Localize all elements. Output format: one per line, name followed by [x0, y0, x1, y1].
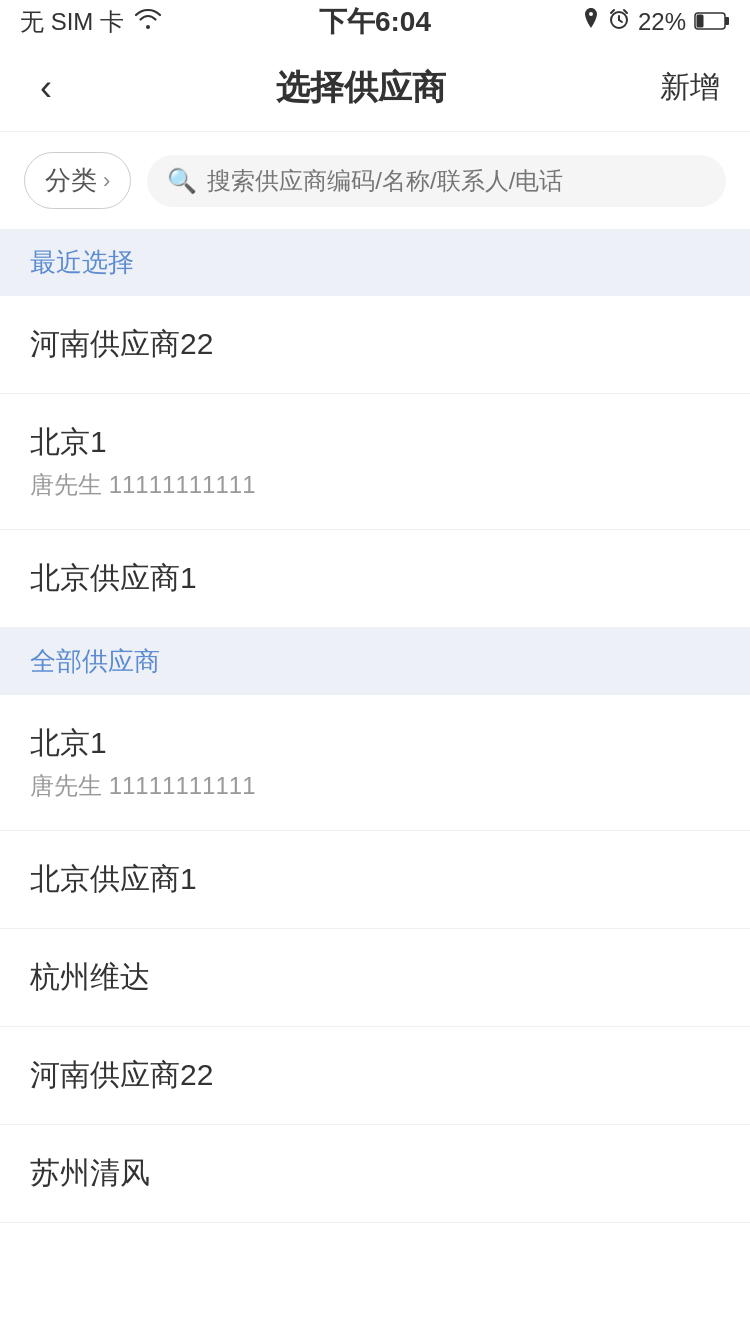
- status-left: 无 SIM 卡: [20, 6, 162, 38]
- recent-item-1-name: 北京1: [30, 422, 720, 463]
- search-box[interactable]: 🔍: [147, 155, 726, 207]
- wifi-icon: [134, 8, 162, 36]
- all-item-1-name: 北京供应商1: [30, 859, 720, 900]
- search-icon: 🔍: [167, 167, 197, 195]
- category-label: 分类: [45, 163, 97, 198]
- alarm-icon: [608, 8, 630, 36]
- svg-rect-5: [697, 15, 704, 28]
- all-section-header: 全部供应商: [0, 628, 750, 695]
- status-time: 下午6:04: [319, 3, 431, 41]
- search-input[interactable]: [207, 167, 706, 195]
- recent-item-2[interactable]: 北京供应商1: [0, 530, 750, 628]
- recent-item-2-name: 北京供应商1: [30, 558, 720, 599]
- all-item-4[interactable]: 苏州清风: [0, 1125, 750, 1223]
- filter-row: 分类 › 🔍: [0, 132, 750, 229]
- all-item-0[interactable]: 北京1 唐先生 11111111111: [0, 695, 750, 831]
- battery-icon: [694, 8, 730, 36]
- recent-item-1[interactable]: 北京1 唐先生 11111111111: [0, 394, 750, 530]
- all-item-2-name: 杭州维达: [30, 957, 720, 998]
- all-item-2[interactable]: 杭州维达: [0, 929, 750, 1027]
- sim-label: 无 SIM 卡: [20, 6, 124, 38]
- status-right: 22%: [582, 8, 730, 36]
- all-item-0-name: 北京1: [30, 723, 720, 764]
- all-items-list: 北京1 唐先生 11111111111 北京供应商1 杭州维达 河南供应商22 …: [0, 695, 750, 1223]
- all-item-1[interactable]: 北京供应商1: [0, 831, 750, 929]
- add-button[interactable]: 新增: [660, 67, 720, 108]
- recent-item-1-sub: 唐先生 11111111111: [30, 469, 720, 501]
- recent-items-list: 河南供应商22 北京1 唐先生 11111111111 北京供应商1: [0, 296, 750, 628]
- page-title: 选择供应商: [276, 65, 446, 111]
- nav-bar: ‹ 选择供应商 新增: [0, 44, 750, 132]
- all-item-4-name: 苏州清风: [30, 1153, 720, 1194]
- svg-rect-4: [725, 17, 729, 25]
- all-item-3[interactable]: 河南供应商22: [0, 1027, 750, 1125]
- recent-item-0[interactable]: 河南供应商22: [0, 296, 750, 394]
- status-bar: 无 SIM 卡 下午6:04 22%: [0, 0, 750, 44]
- location-icon: [582, 8, 600, 36]
- back-button[interactable]: ‹: [30, 57, 62, 119]
- recent-section-label: 最近选择: [30, 247, 134, 277]
- recent-item-0-name: 河南供应商22: [30, 324, 720, 365]
- svg-line-2: [619, 20, 622, 22]
- recent-section-header: 最近选择: [0, 229, 750, 296]
- all-item-0-sub: 唐先生 11111111111: [30, 770, 720, 802]
- all-section-label: 全部供应商: [30, 646, 160, 676]
- all-item-3-name: 河南供应商22: [30, 1055, 720, 1096]
- battery-label: 22%: [638, 8, 686, 36]
- chevron-right-icon: ›: [103, 168, 110, 194]
- category-button[interactable]: 分类 ›: [24, 152, 131, 209]
